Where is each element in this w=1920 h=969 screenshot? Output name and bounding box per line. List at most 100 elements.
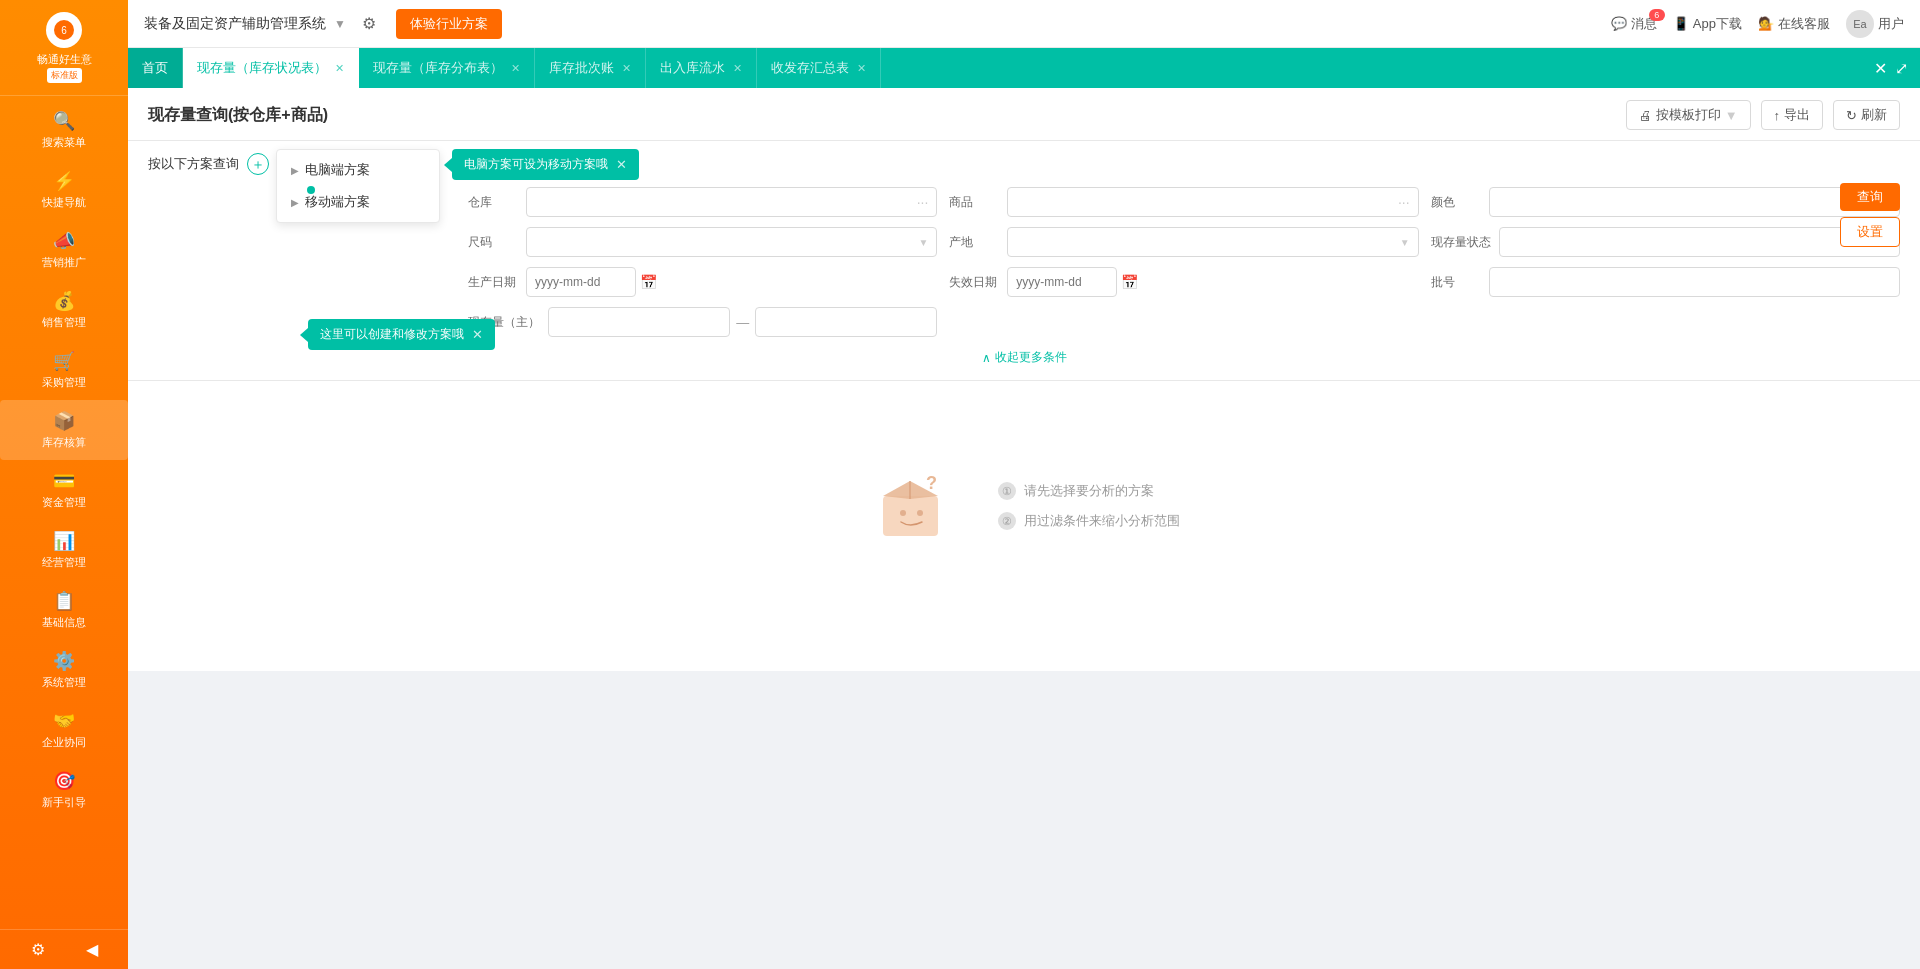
expiry-date-start-input[interactable] [1007, 267, 1117, 297]
sidebar-collapse-icon[interactable]: ◀ [86, 940, 98, 959]
sidebar-item-label: 系统管理 [42, 675, 86, 690]
filter-warehouse-select[interactable]: ··· [526, 187, 937, 217]
tooltip-pc-arrow-left [444, 158, 452, 172]
sidebar-item-capital[interactable]: 💳 资金管理 [0, 460, 128, 520]
system-dropdown-icon[interactable]: ▼ [334, 17, 346, 31]
svg-text:?: ? [926, 473, 937, 493]
stock-main-min-input[interactable] [548, 307, 730, 337]
tab-in-out-flow-close[interactable]: ✕ [733, 62, 742, 75]
filter-size-label: 尺码 [468, 234, 518, 251]
sidebar-item-label: 快捷导航 [42, 195, 86, 210]
tooltip-pc-close[interactable]: ✕ [616, 157, 627, 172]
filter-size-select[interactable]: ▼ [526, 227, 937, 257]
refresh-icon: ↻ [1846, 108, 1857, 123]
expiry-date-calendar-icon[interactable]: 📅 [1121, 274, 1138, 290]
avatar: Ea [1846, 10, 1874, 38]
filter-add-btn[interactable]: ＋ [247, 153, 269, 175]
empty-state: ? ① 请先选择要分析的方案 ② 用过滤条件来缩小分析范围 [128, 381, 1920, 671]
warehouse-dots: ··· [917, 194, 929, 210]
filter-product-select[interactable]: ··· [1007, 187, 1418, 217]
svg-text:6: 6 [61, 25, 67, 36]
tab-close-all-icon[interactable]: ✕ [1870, 55, 1891, 82]
logo-icon: 6 [46, 12, 82, 48]
tab-home[interactable]: 首页 [128, 48, 183, 88]
collapse-btn[interactable]: ∧ 收起更多条件 [976, 343, 1073, 372]
filter-batch-label: 批号 [1431, 274, 1481, 291]
hint-text-2: 用过滤条件来缩小分析范围 [1024, 512, 1180, 530]
filter-origin-select[interactable]: ▼ [1007, 227, 1418, 257]
production-date-start-input[interactable] [526, 267, 636, 297]
topbar-right: 💬 消息 6 📱 App下载 💁 在线客服 Ea 用户 [1611, 10, 1904, 38]
online-support-icon: 💁 [1758, 16, 1774, 31]
sidebar-item-enterprise[interactable]: 🤝 企业协同 [0, 700, 128, 760]
sidebar-item-system[interactable]: ⚙️ 系统管理 [0, 640, 128, 700]
export-btn[interactable]: ↑ 导出 [1761, 100, 1824, 130]
sidebar-item-label: 经营管理 [42, 555, 86, 570]
tab-inventory-batch[interactable]: 库存批次账 ✕ [535, 48, 646, 88]
sidebar-item-label: 基础信息 [42, 615, 86, 630]
tab-expand-icon[interactable]: ⤢ [1891, 55, 1912, 82]
tab-inventory-status[interactable]: 现存量（库存状况表） ✕ [183, 48, 359, 88]
scheme-pc-item[interactable]: ▶ 电脑端方案 [277, 154, 439, 186]
tooltip-create-arrow-left [300, 328, 308, 342]
page-title: 现存量查询(按仓库+商品) [148, 105, 328, 126]
filter-batch-input[interactable] [1489, 267, 1900, 297]
production-date-calendar-icon[interactable]: 📅 [640, 274, 657, 290]
filter-product-label: 商品 [949, 194, 999, 211]
tab-inventory-status-close[interactable]: ✕ [335, 62, 344, 75]
system-icon: ⚙️ [53, 650, 75, 672]
notification-btn[interactable]: 💬 消息 6 [1611, 15, 1657, 33]
sidebar-item-inventory[interactable]: 📦 库存核算 [0, 400, 128, 460]
stock-main-max-input[interactable] [755, 307, 937, 337]
filter-production-date-field: 生产日期 📅 [468, 267, 937, 297]
topbar-settings-icon[interactable]: ⚙ [362, 14, 376, 33]
active-scheme-dot [307, 186, 315, 194]
app-download-btn[interactable]: 📱 App下载 [1673, 15, 1742, 33]
filter-fields-container: 仓库 ··· 商品 ··· 颜色 [468, 187, 1900, 337]
tab-inventory-distribution[interactable]: 现存量（库存分布表） ✕ [359, 48, 535, 88]
sidebar-item-marketing[interactable]: 📣 营销推广 [0, 220, 128, 280]
sidebar-item-purchase[interactable]: 🛒 采购管理 [0, 340, 128, 400]
sidebar-item-search[interactable]: 🔍 搜索菜单 [0, 100, 128, 160]
filter-expiry-date-range: 📅 [1007, 267, 1418, 297]
empty-hints: ① 请先选择要分析的方案 ② 用过滤条件来缩小分析范围 [998, 482, 1180, 530]
search-btn[interactable]: 查询 [1840, 183, 1900, 211]
template-print-btn[interactable]: 🖨 按模板打印 ▼ [1626, 100, 1751, 130]
sidebar-item-basic[interactable]: 📋 基础信息 [0, 580, 128, 640]
tab-inventory-batch-close[interactable]: ✕ [622, 62, 631, 75]
reset-btn[interactable]: 设置 [1840, 217, 1900, 247]
sidebar-item-sales[interactable]: 💰 销售管理 [0, 280, 128, 340]
online-support-btn[interactable]: 💁 在线客服 [1758, 15, 1830, 33]
tab-collect-summary[interactable]: 收发存汇总表 ✕ [757, 48, 881, 88]
tab-inventory-distribution-close[interactable]: ✕ [511, 62, 520, 75]
purchase-icon: 🛒 [53, 350, 75, 372]
sidebar-item-label: 企业协同 [42, 735, 86, 750]
tooltip-create-close[interactable]: ✕ [472, 327, 483, 342]
user-area[interactable]: Ea 用户 [1846, 10, 1904, 38]
hint-num-2: ② [998, 512, 1016, 530]
sidebar-item-newbie[interactable]: 🎯 新手引导 [0, 760, 128, 820]
empty-illustration: ? [868, 461, 958, 551]
filter-production-date-range: 📅 [526, 267, 937, 297]
sidebar-item-label: 资金管理 [42, 495, 86, 510]
scheme-mobile-item[interactable]: ▶ 移动端方案 [277, 186, 439, 218]
tab-in-out-flow[interactable]: 出入库流水 ✕ [646, 48, 757, 88]
sidebar-settings-icon[interactable]: ⚙ [31, 940, 45, 959]
tooltip-create-scheme: 这里可以创建和修改方案哦 ✕ [308, 319, 495, 350]
tab-collect-summary-close[interactable]: ✕ [857, 62, 866, 75]
filter-row-3: 生产日期 📅 失效日期 📅 批号 [468, 267, 1900, 297]
filter-color-select[interactable]: ▼ [1489, 187, 1900, 217]
tab-collect-summary-label: 收发存汇总表 [771, 59, 849, 77]
filter-row-1: 仓库 ··· 商品 ··· 颜色 [468, 187, 1900, 217]
empty-hint-1: ① 请先选择要分析的方案 [998, 482, 1180, 500]
sidebar-item-operation[interactable]: 📊 经营管理 [0, 520, 128, 580]
filter-color-field: 颜色 ▼ [1431, 187, 1900, 217]
sidebar-logo-text: 畅通好生意 [37, 52, 92, 66]
tab-inventory-distribution-label: 现存量（库存分布表） [373, 59, 503, 77]
sidebar-item-quick-nav[interactable]: ⚡ 快捷导航 [0, 160, 128, 220]
hint-num-1: ① [998, 482, 1016, 500]
svg-point-5 [900, 510, 906, 516]
industry-btn[interactable]: 体验行业方案 [396, 9, 502, 39]
filter-size-field: 尺码 ▼ [468, 227, 937, 257]
refresh-btn[interactable]: ↻ 刷新 [1833, 100, 1900, 130]
